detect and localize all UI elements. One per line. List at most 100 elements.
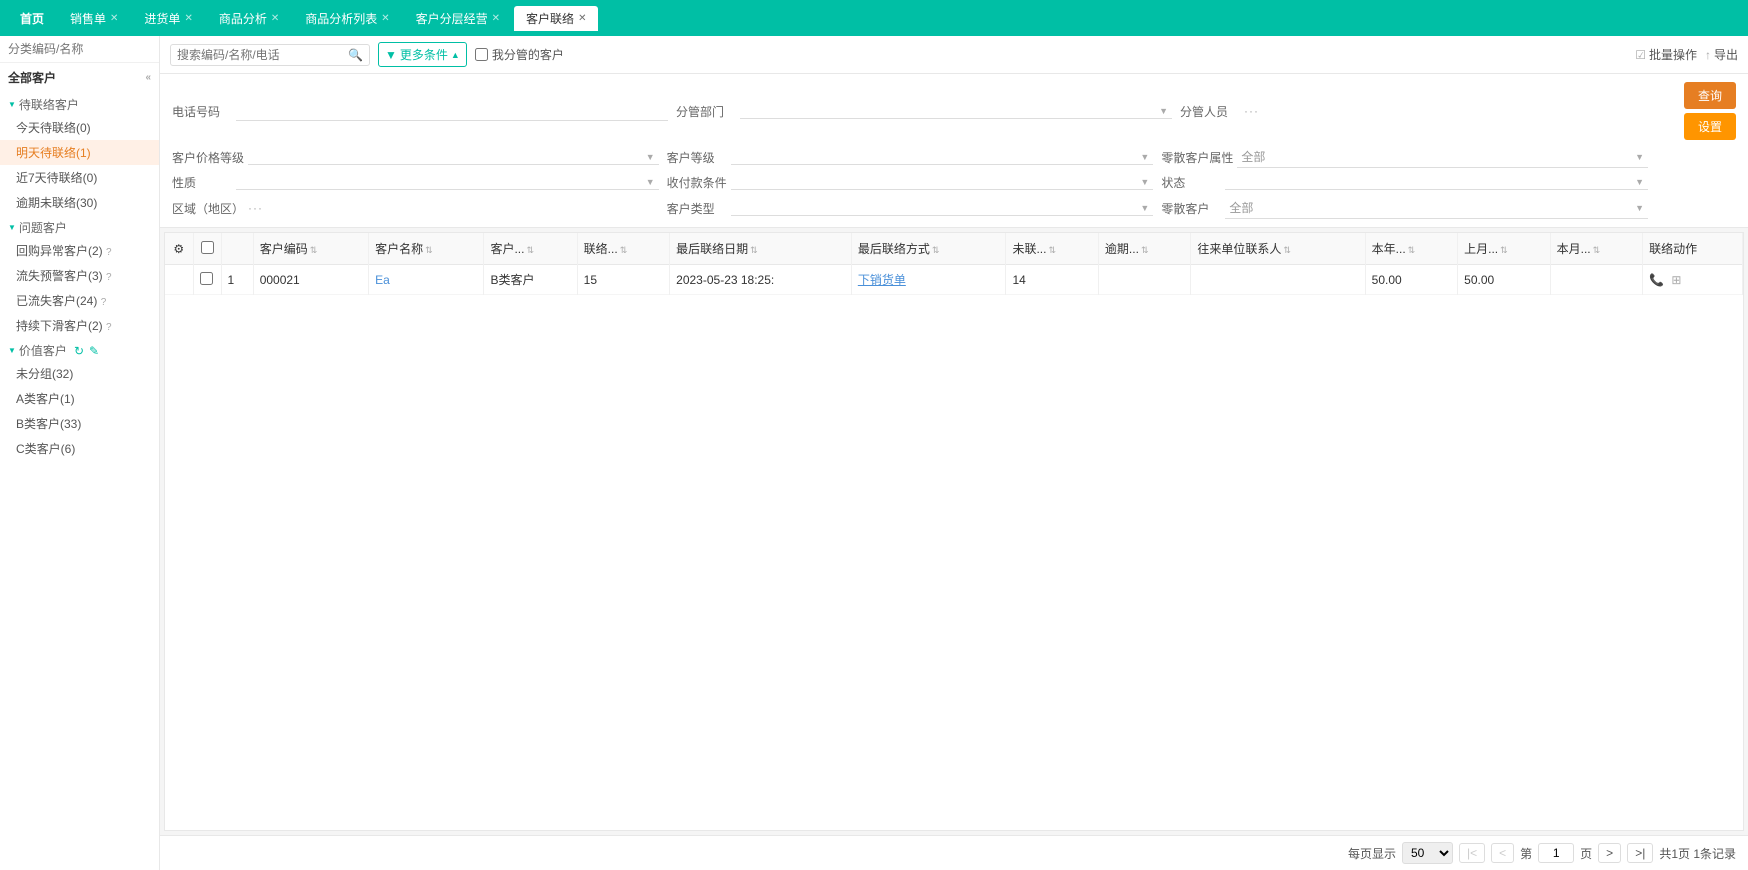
- nav-purchase-order[interactable]: 进货单 ✕: [132, 6, 204, 31]
- filter-customer-level: 客户等级 ▼: [667, 149, 1154, 166]
- close-icon[interactable]: ✕: [578, 13, 586, 24]
- filter-price-select[interactable]: ▼: [248, 150, 659, 165]
- filter-nature-select[interactable]: ▼: [236, 175, 659, 190]
- filter-row-4: 区域（地区） ··· 客户类型 ▼ 零散客户 全部 ▼: [172, 197, 1736, 219]
- my-customers-checkbox-label[interactable]: 我分管的客户: [475, 46, 564, 63]
- my-customers-checkbox[interactable]: [475, 48, 488, 61]
- action-phone-icon[interactable]: 📞: [1649, 273, 1664, 287]
- search-icon[interactable]: 🔍: [348, 48, 363, 62]
- sidebar-item-today-pending[interactable]: 今天待联络(0): [0, 115, 159, 140]
- sidebar-group-value[interactable]: ▼ 价值客户 ↻ ✎: [0, 338, 159, 361]
- page-input[interactable]: [1538, 843, 1574, 863]
- filter-row-2: 客户价格等级 ▼ 客户等级 ▼ 零散客户属性 全部: [172, 146, 1736, 168]
- col-overdue: 逾期...⇅: [1098, 233, 1190, 265]
- total-records: 共1页 1条记录: [1659, 845, 1736, 862]
- nav-sales-order[interactable]: 销售单 ✕: [58, 6, 130, 31]
- sidebar-item-class-b[interactable]: B类客户(33): [0, 411, 159, 436]
- main-layout: 🔍 全部客户 « ▼ 待联络客户 今天待联络(0) 明天待联络(1) 近7天待联…: [0, 36, 1748, 870]
- next-page-button[interactable]: >: [1598, 843, 1621, 863]
- more-filter-button[interactable]: ▼ 更多条件 ▲: [378, 42, 467, 67]
- per-page-select[interactable]: 50 20 100: [1402, 842, 1453, 864]
- close-icon[interactable]: ✕: [271, 13, 279, 24]
- col-name: 客户名称⇅: [369, 233, 484, 265]
- sidebar-item-overdue-pending[interactable]: 逾期未联络(30): [0, 190, 159, 215]
- sidebar-item-churn-warning[interactable]: 流失预警客户(3) ?: [0, 263, 159, 288]
- refresh-icon[interactable]: ↻: [74, 344, 84, 358]
- filter-scattered-cust-select[interactable]: 全部 ▼: [1225, 197, 1648, 219]
- filter-clevel-select[interactable]: ▼: [731, 150, 1154, 165]
- filter-dept-select[interactable]: ▼: [740, 104, 1172, 119]
- filter-status: 状态 ▼: [1161, 174, 1648, 191]
- sidebar-search-box[interactable]: 🔍: [0, 36, 159, 63]
- sidebar-item-class-a[interactable]: A类客户(1): [0, 386, 159, 411]
- nav-product-analysis-list[interactable]: 商品分析列表 ✕: [293, 6, 401, 31]
- sidebar-item-tomorrow-pending[interactable]: 明天待联络(1): [0, 140, 159, 165]
- export-button[interactable]: ↑ 导出: [1705, 46, 1738, 63]
- page-suffix: 页: [1580, 845, 1592, 862]
- close-icon[interactable]: ✕: [110, 13, 118, 24]
- filter-payment-terms: 收付款条件 ▼: [667, 174, 1154, 191]
- edit-icon[interactable]: ✎: [89, 344, 99, 358]
- top-navigation: 首页 销售单 ✕ 进货单 ✕ 商品分析 ✕ 商品分析列表 ✕ 客户分层经营 ✕ …: [0, 0, 1748, 36]
- close-icon[interactable]: ✕: [184, 13, 192, 24]
- pagination: 每页显示 50 20 100 |< < 第 页 > >| 共1页 1条记录: [160, 835, 1748, 870]
- sidebar-item-churned[interactable]: 已流失客户(24) ?: [0, 288, 159, 313]
- filter-region-label: 区域（地区）: [172, 200, 244, 217]
- filter-status-select[interactable]: ▼: [1225, 175, 1648, 190]
- filter-row-3: 性质 ▼ 收付款条件 ▼ 状态: [172, 174, 1736, 191]
- sidebar-item-ungrouped[interactable]: 未分组(32): [0, 361, 159, 386]
- action-grid-icon[interactable]: ⊞: [1671, 273, 1681, 287]
- batch-operation-button[interactable]: ☑ 批量操作: [1635, 46, 1697, 63]
- query-button[interactable]: 查询: [1684, 82, 1736, 109]
- first-page-button[interactable]: |<: [1459, 843, 1485, 863]
- checkbox-icon: ☑: [1635, 48, 1646, 62]
- nav-customer-contact[interactable]: 客户联络 ✕: [514, 6, 598, 31]
- sidebar-item-class-c[interactable]: C类客户(6): [0, 436, 159, 461]
- sidebar-group-problem[interactable]: ▼ 问题客户: [0, 215, 159, 238]
- filter-ctype-select[interactable]: ▼: [731, 201, 1154, 216]
- customer-table: ⚙ 客户编码⇅ 客户名称⇅ 客户...⇅ 联络...⇅ 最后联络日期⇅ 最后联络…: [165, 233, 1743, 295]
- export-icon: ↑: [1705, 48, 1711, 62]
- triangle-icon: ▼: [8, 223, 16, 232]
- per-page-label: 每页显示: [1348, 845, 1396, 862]
- col-action: 联络动作: [1643, 233, 1743, 265]
- select-all-checkbox[interactable]: [201, 241, 214, 254]
- triangle-icon: ▼: [8, 100, 16, 109]
- settings-icon[interactable]: ⚙: [173, 242, 184, 256]
- close-icon[interactable]: ✕: [492, 13, 500, 24]
- triangle-icon: ▼: [8, 346, 16, 355]
- sidebar-item-repurchase-abnormal[interactable]: 回购异常客户(2) ?: [0, 238, 159, 263]
- search-input[interactable]: [177, 48, 344, 62]
- filter-manager-label: 分管人员: [1180, 103, 1240, 120]
- filter-payment-select[interactable]: ▼: [731, 175, 1154, 190]
- nav-home[interactable]: 首页: [8, 6, 56, 31]
- sidebar-item-declining[interactable]: 持续下滑客户(2) ?: [0, 313, 159, 338]
- search-box[interactable]: 🔍: [170, 44, 370, 66]
- chevron-down-icon: ▼: [1140, 177, 1149, 187]
- filter-scattered-customer: 零散客户 全部 ▼: [1161, 197, 1648, 219]
- chevron-down-icon: ▼: [1635, 203, 1644, 213]
- filter-dept-label: 分管部门: [676, 103, 736, 120]
- close-icon[interactable]: ✕: [381, 13, 389, 24]
- sidebar-search-input[interactable]: [8, 42, 160, 56]
- col-checkbox: [193, 233, 221, 265]
- last-page-button[interactable]: >|: [1627, 843, 1653, 863]
- sidebar-all-customers[interactable]: 全部客户 «: [0, 63, 159, 92]
- reset-button[interactable]: 设置: [1684, 113, 1736, 140]
- prev-page-button[interactable]: <: [1491, 843, 1514, 863]
- filter-phone-input[interactable]: [236, 102, 668, 121]
- filter-region-dots[interactable]: ···: [248, 201, 263, 215]
- nav-product-analysis[interactable]: 商品分析 ✕: [207, 6, 291, 31]
- row-overdue: [1098, 265, 1190, 295]
- row-name: Ea: [369, 265, 484, 295]
- sidebar-group-pending[interactable]: ▼ 待联络客户: [0, 92, 159, 115]
- data-table-container: ⚙ 客户编码⇅ 客户名称⇅ 客户...⇅ 联络...⇅ 最后联络日期⇅ 最后联络…: [164, 232, 1744, 831]
- filter-manager-dots[interactable]: ···: [1244, 104, 1259, 118]
- sidebar-item-7days-pending[interactable]: 近7天待联络(0): [0, 165, 159, 190]
- filter-scattered-select[interactable]: 全部 ▼: [1237, 146, 1648, 168]
- nav-customer-layered[interactable]: 客户分层经营 ✕: [404, 6, 512, 31]
- row-select-checkbox[interactable]: [200, 272, 213, 285]
- filter-scattered-attr: 零散客户属性 全部 ▼: [1161, 146, 1648, 168]
- filter-scattered-label: 零散客户属性: [1161, 149, 1233, 166]
- filter-clevel-label: 客户等级: [667, 149, 727, 166]
